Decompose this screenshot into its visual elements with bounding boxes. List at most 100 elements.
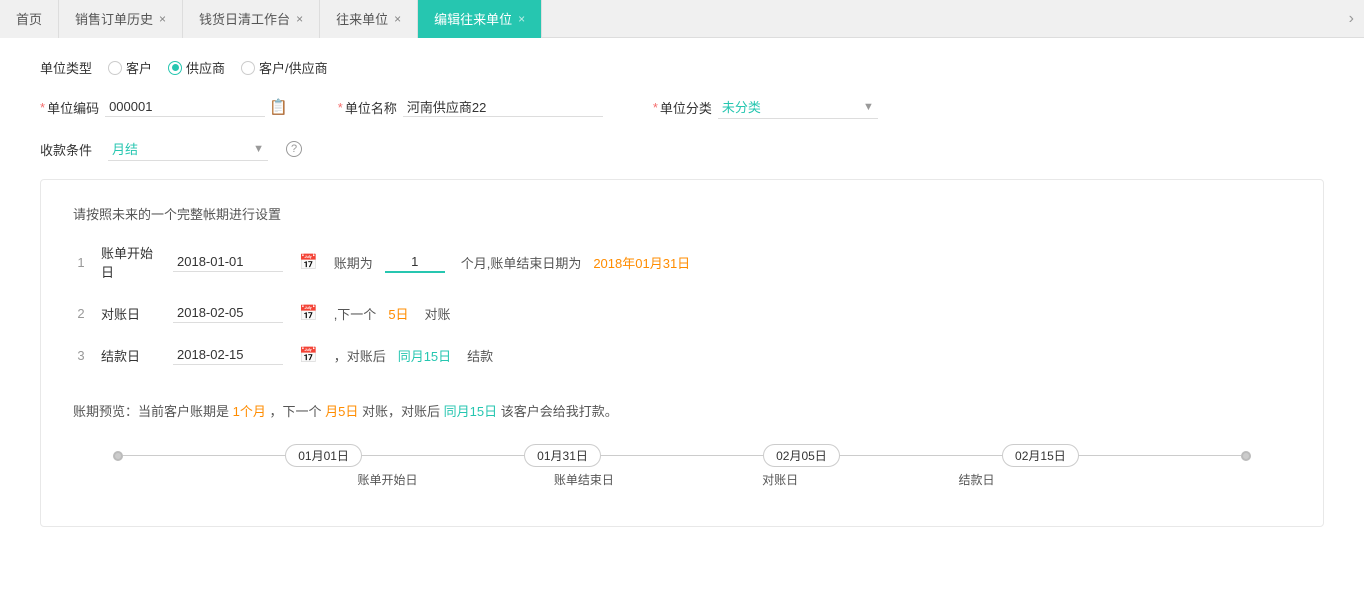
- name-label: 单位名称: [345, 98, 397, 117]
- row-highlight-3: 同月15日: [398, 346, 451, 365]
- radio-circle-customer: [108, 61, 122, 75]
- radio-circle-supplier: [168, 61, 182, 75]
- payment-select[interactable]: 月结 ▼: [108, 137, 268, 161]
- help-icon[interactable]: ?: [286, 141, 302, 157]
- name-input[interactable]: [403, 97, 603, 117]
- row-label-3: 结款日: [101, 346, 161, 365]
- row-desc-3b: 结款: [467, 346, 493, 365]
- preview-months: 1个月: [233, 404, 266, 419]
- preview-section: 账期预览：当前客户账期是 1个月 ，下一个 月5日 对账，对账后 同月15日 该…: [73, 387, 1291, 502]
- copy-icon[interactable]: 📋: [269, 98, 288, 116]
- payment-label: 收款条件: [40, 140, 92, 159]
- tab-close-sales-history[interactable]: ×: [159, 12, 166, 26]
- setting-row-3: 3 结款日 📅 ，对账后 同月15日 结款: [73, 345, 1291, 365]
- setting-row-1: 1 账单开始日 📅 账期为 个月,账单结束日期为 2018年01月31日: [73, 243, 1291, 281]
- row-desc-2b: 对账: [425, 304, 451, 323]
- row-num-3: 3: [73, 348, 89, 363]
- timeline-start-dot: [113, 451, 123, 461]
- payment-value: 月结: [112, 139, 253, 158]
- code-required: *: [40, 100, 45, 115]
- row-desc-2a: ,下一个: [334, 304, 377, 323]
- tab-partner[interactable]: 往来单位 ×: [320, 0, 418, 38]
- category-label: 单位分类: [660, 98, 712, 117]
- timeline-spacer-3: [601, 455, 763, 456]
- card-title: 请按照未来的一个完整帐期进行设置: [73, 204, 1291, 223]
- unit-type-radio-group: 客户 供应商 客户/供应商: [108, 58, 328, 77]
- code-field-group: * 单位编码 📋: [40, 97, 288, 117]
- timeline-end-dot: [1241, 451, 1251, 461]
- radio-supplier[interactable]: 供应商: [168, 58, 225, 77]
- end-date-highlight: 2018年01月31日: [593, 253, 690, 272]
- timeline-badge-1: 01月01日: [285, 444, 362, 467]
- unit-type-label: 单位类型: [40, 58, 92, 77]
- timeline-badge-4: 02月15日: [1002, 444, 1079, 467]
- tab-close-edit-partner[interactable]: ×: [518, 12, 525, 26]
- category-select[interactable]: 未分类 ▼: [718, 95, 878, 119]
- radio-both[interactable]: 客户/供应商: [241, 58, 328, 77]
- row-highlight-2: 5日: [388, 304, 408, 323]
- calendar-icon-1[interactable]: 📅: [299, 253, 318, 271]
- code-input[interactable]: [105, 97, 265, 117]
- category-required: *: [653, 100, 658, 115]
- timeline-node-4: 02月15日: [1002, 444, 1079, 467]
- tab-bar: 首页 销售订单历史 × 钱货日清工作台 × 往来单位 × 编辑往来单位 × ›: [0, 0, 1364, 38]
- timeline-spacer-1: [123, 455, 285, 456]
- timeline-labels: 账单开始日 账单结束日 对账日 结款日: [93, 471, 1271, 488]
- preview-label: 账期预览：当前客户账期是: [73, 404, 229, 419]
- timeline-label-2: 账单结束日: [554, 471, 614, 488]
- row-label-2: 对账日: [101, 304, 161, 323]
- tab-edit-partner[interactable]: 编辑往来单位 ×: [418, 0, 542, 38]
- preview-text: 账期预览：当前客户账期是 1个月 ，下一个 月5日 对账，对账后 同月15日 该…: [73, 401, 1291, 420]
- preview-part2: ，下一个: [270, 404, 322, 419]
- tab-expand-button[interactable]: ›: [1339, 10, 1364, 28]
- timeline-label-1: 账单开始日: [357, 471, 417, 488]
- calendar-icon-3[interactable]: 📅: [299, 346, 318, 364]
- category-field-group: * 单位分类 未分类 ▼: [653, 95, 878, 119]
- preview-part4: 对账，对账后: [362, 404, 440, 419]
- tab-close-partner[interactable]: ×: [394, 12, 401, 26]
- timeline: 01月01日 01月31日 02月05日 02月15日: [113, 444, 1251, 467]
- timeline-spacer-2: [362, 455, 524, 456]
- code-label: 单位编码: [47, 98, 99, 117]
- setting-row-2: 2 对账日 📅 ,下一个 5日 对账: [73, 303, 1291, 323]
- row-desc-prefix-1: 账期为: [334, 253, 373, 272]
- timeline-node-3: 02月05日: [763, 444, 840, 467]
- tab-sales-history[interactable]: 销售订单历史 ×: [59, 0, 183, 38]
- row-label-1: 账单开始日: [101, 243, 161, 281]
- name-required: *: [338, 100, 343, 115]
- payment-row: 收款条件 月结 ▼ ?: [40, 137, 1324, 161]
- timeline-badge-2: 01月31日: [524, 444, 601, 467]
- unit-type-row: 单位类型 客户 供应商 客户/供应商: [40, 58, 1324, 77]
- date-input-3[interactable]: [173, 345, 283, 365]
- timeline-node-2: 01月31日: [524, 444, 601, 467]
- radio-label-supplier: 供应商: [186, 58, 225, 77]
- timeline-spacer-5: [1079, 455, 1241, 456]
- tab-close-cash-work[interactable]: ×: [296, 12, 303, 26]
- radio-label-customer: 客户: [126, 58, 152, 77]
- payment-chevron-icon: ▼: [253, 143, 264, 155]
- row-num-2: 2: [73, 306, 89, 321]
- timeline-label-3: 对账日: [762, 471, 798, 488]
- settings-card: 请按照未来的一个完整帐期进行设置 1 账单开始日 📅 账期为 个月,账单结束日期…: [40, 179, 1324, 527]
- radio-customer[interactable]: 客户: [108, 58, 152, 77]
- tab-home[interactable]: 首页: [0, 0, 59, 38]
- row-desc-3a: ，对账后: [334, 346, 386, 365]
- calendar-icon-2[interactable]: 📅: [299, 304, 318, 322]
- row-num-1: 1: [73, 255, 89, 270]
- date-input-2[interactable]: [173, 303, 283, 323]
- name-field-group: * 单位名称: [338, 97, 603, 117]
- category-chevron-icon: ▼: [863, 101, 874, 113]
- timeline-wrapper: 01月01日 01月31日 02月05日 02月15日: [73, 444, 1291, 488]
- code-name-category-row: * 单位编码 📋 * 单位名称 * 单位分类 未分类 ▼: [40, 95, 1324, 119]
- tab-cash-work[interactable]: 钱货日清工作台 ×: [183, 0, 320, 38]
- category-value: 未分类: [722, 97, 863, 116]
- radio-label-both: 客户/供应商: [259, 58, 328, 77]
- preview-part6: 该客户会给我打款。: [501, 404, 618, 419]
- timeline-label-4: 结款日: [958, 471, 994, 488]
- main-content: 单位类型 客户 供应商 客户/供应商 * 单位编码 📋 * 单位名称: [0, 38, 1364, 608]
- timeline-spacer-4: [840, 455, 1002, 456]
- date-input-1[interactable]: [173, 252, 283, 272]
- months-input[interactable]: [385, 252, 445, 273]
- preview-pay-day: 同月15日: [444, 404, 497, 419]
- timeline-badge-3: 02月05日: [763, 444, 840, 467]
